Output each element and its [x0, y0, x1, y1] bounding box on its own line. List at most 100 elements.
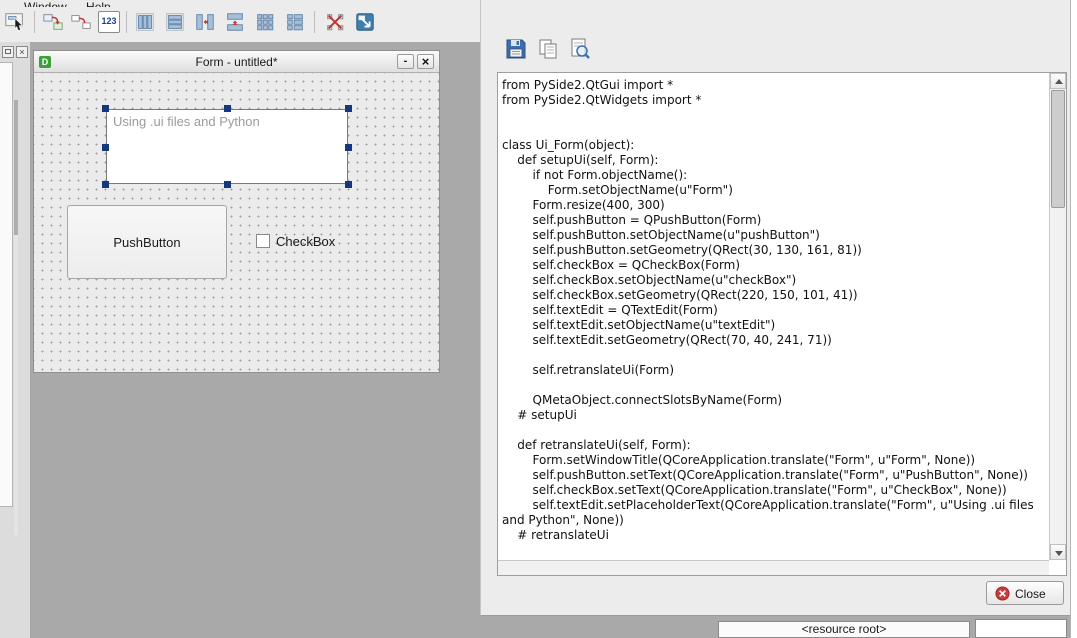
code-line: if not Form.objectName(): [502, 168, 1045, 183]
edit-tab-order-button[interactable]: 123 [96, 9, 122, 35]
toolbar-separator [314, 11, 315, 33]
menu-help[interactable]: Help [86, 0, 111, 7]
scroll-down-icon[interactable] [1050, 544, 1066, 560]
layout-horizontally-button[interactable] [132, 9, 158, 35]
code-line: self.pushButton.setText(QCoreApplication… [502, 468, 1045, 483]
code-line: self.pushButton.setGeometry(QRect(30, 13… [502, 243, 1045, 258]
code-line: from PySide2.QtGui import * [502, 78, 1045, 93]
selection-handle-sw[interactable] [102, 181, 109, 188]
code-line: self.checkBox.setObjectName(u"checkBox") [502, 273, 1045, 288]
adjust-size-button[interactable] [352, 9, 378, 35]
resource-root-item[interactable]: <resource root> [718, 621, 970, 638]
layout-vertically-button[interactable] [162, 9, 188, 35]
menu-window[interactable]: Window [24, 0, 67, 7]
code-line: self.textEdit.setPlaceholderText(QCoreAp… [502, 498, 1045, 513]
top-bar: Window Help [0, 0, 480, 42]
form-canvas[interactable]: Using .ui files and Python PushButton Ch… [34, 73, 439, 372]
break-layout-button[interactable] [322, 9, 348, 35]
textedit-placeholder: Using .ui files and Python [107, 110, 347, 133]
code-line [502, 423, 1045, 438]
code-line: self.pushButton = QPushButton(Form) [502, 213, 1045, 228]
selection-handle-n[interactable] [224, 105, 231, 112]
code-line: Form.setObjectName(u"Form") [502, 183, 1045, 198]
selection-handle-se[interactable] [345, 181, 352, 188]
layout-split-horizontal-icon [194, 11, 216, 33]
code-content[interactable]: from PySide2.QtGui import *from PySide2.… [498, 73, 1049, 560]
edit-signals-slots-button[interactable] [40, 9, 66, 35]
code-line: self.textEdit = QTextEdit(Form) [502, 303, 1045, 318]
edit-buddies-icon [70, 11, 92, 33]
layout-grid-button[interactable] [252, 9, 278, 35]
selection-handle-e[interactable] [345, 144, 352, 151]
form-window-title: Form - untitled* [34, 55, 439, 69]
screen-right-edge [1070, 0, 1077, 638]
widget-box-scrollbar[interactable] [14, 100, 18, 535]
code-line: self.pushButton.setObjectName(u"pushButt… [502, 228, 1045, 243]
code-line: def retranslateUi(self, Form): [502, 438, 1045, 453]
code-line: Form.resize(400, 300) [502, 198, 1045, 213]
layout-split-horizontal-button[interactable] [192, 9, 218, 35]
toolbar-separator [126, 11, 127, 33]
widget-box-dock: × [0, 42, 30, 638]
scroll-up-icon[interactable] [1050, 73, 1066, 89]
code-line: self.textEdit.setObjectName(u"textEdit") [502, 318, 1045, 333]
code-line: # retranslateUi [502, 528, 1045, 543]
dock-close-icon[interactable]: × [16, 46, 28, 58]
code-line: self.textEdit.setGeometry(QRect(70, 40, … [502, 333, 1045, 348]
code-line [502, 378, 1045, 393]
resource-side-panel [975, 619, 1067, 638]
layout-form-icon [284, 11, 306, 33]
selection-handle-w[interactable] [102, 144, 109, 151]
save-icon [504, 37, 528, 61]
code-line: from PySide2.QtWidgets import * [502, 93, 1045, 108]
dock-float-icon[interactable] [2, 46, 14, 58]
layout-horizontally-icon [134, 11, 156, 33]
adjust-size-icon [354, 11, 376, 33]
code-line: self.checkBox.setText(QCoreApplication.t… [502, 483, 1045, 498]
code-line: and Python", None)) [502, 513, 1045, 528]
layout-split-vertical-icon [224, 11, 246, 33]
selection-handle-ne[interactable] [345, 105, 352, 112]
edit-buddies-button[interactable] [68, 9, 94, 35]
edit-widgets-icon [4, 11, 26, 33]
scrollbar-thumb[interactable] [1051, 90, 1065, 208]
layout-form-button[interactable] [282, 9, 308, 35]
code-line: QMetaObject.connectSlotsByName(Form) [502, 393, 1045, 408]
edit-widgets-button[interactable] [2, 9, 28, 35]
toolbar-separator [34, 11, 35, 33]
code-line: self.checkBox.setGeometry(QRect(220, 150… [502, 288, 1045, 303]
layout-vertically-icon [164, 11, 186, 33]
selection-handle-s[interactable] [224, 181, 231, 188]
widget-box-list[interactable] [0, 62, 13, 507]
code-line [502, 123, 1045, 138]
layout-grid-icon [254, 11, 276, 33]
menu-bar: Window Help [0, 0, 480, 7]
code-preview-dialog: from PySide2.QtGui import *from PySide2.… [480, 0, 1077, 616]
textedit-frame[interactable]: Using .ui files and Python [106, 109, 348, 184]
find-icon [568, 37, 592, 61]
minimize-button[interactable]: - [397, 54, 414, 69]
selection-handle-nw[interactable] [102, 105, 109, 112]
code-viewer[interactable]: from PySide2.QtGui import *from PySide2.… [497, 72, 1067, 576]
checkbox-indicator[interactable] [256, 234, 270, 248]
code-line: Form.setWindowTitle(QCoreApplication.tra… [502, 453, 1045, 468]
find-button[interactable] [567, 36, 593, 62]
edit-signals-slots-icon [42, 11, 64, 33]
pushbutton-widget[interactable]: PushButton [67, 205, 227, 279]
textedit-widget[interactable]: Using .ui files and Python [106, 109, 348, 184]
close-icon [995, 586, 1010, 601]
code-line [502, 108, 1045, 123]
save-button[interactable] [503, 36, 529, 62]
code-line: # setupUi [502, 408, 1045, 423]
close-window-button[interactable]: × [417, 54, 434, 69]
close-button[interactable]: Close [986, 581, 1064, 605]
designer-form-window: D Form - untitled* - × Using .ui files a… [33, 50, 440, 373]
copy-button[interactable] [535, 36, 561, 62]
widget-box-scrollbar-thumb[interactable] [14, 100, 18, 235]
code-horizontal-scrollbar[interactable] [498, 560, 1049, 575]
code-vertical-scrollbar[interactable] [1049, 73, 1066, 560]
form-titlebar[interactable]: D Form - untitled* - × [34, 51, 439, 73]
tab-order-icon-text: 123 [99, 16, 119, 26]
layout-split-vertical-button[interactable] [222, 9, 248, 35]
checkbox-label: CheckBox [276, 234, 335, 249]
